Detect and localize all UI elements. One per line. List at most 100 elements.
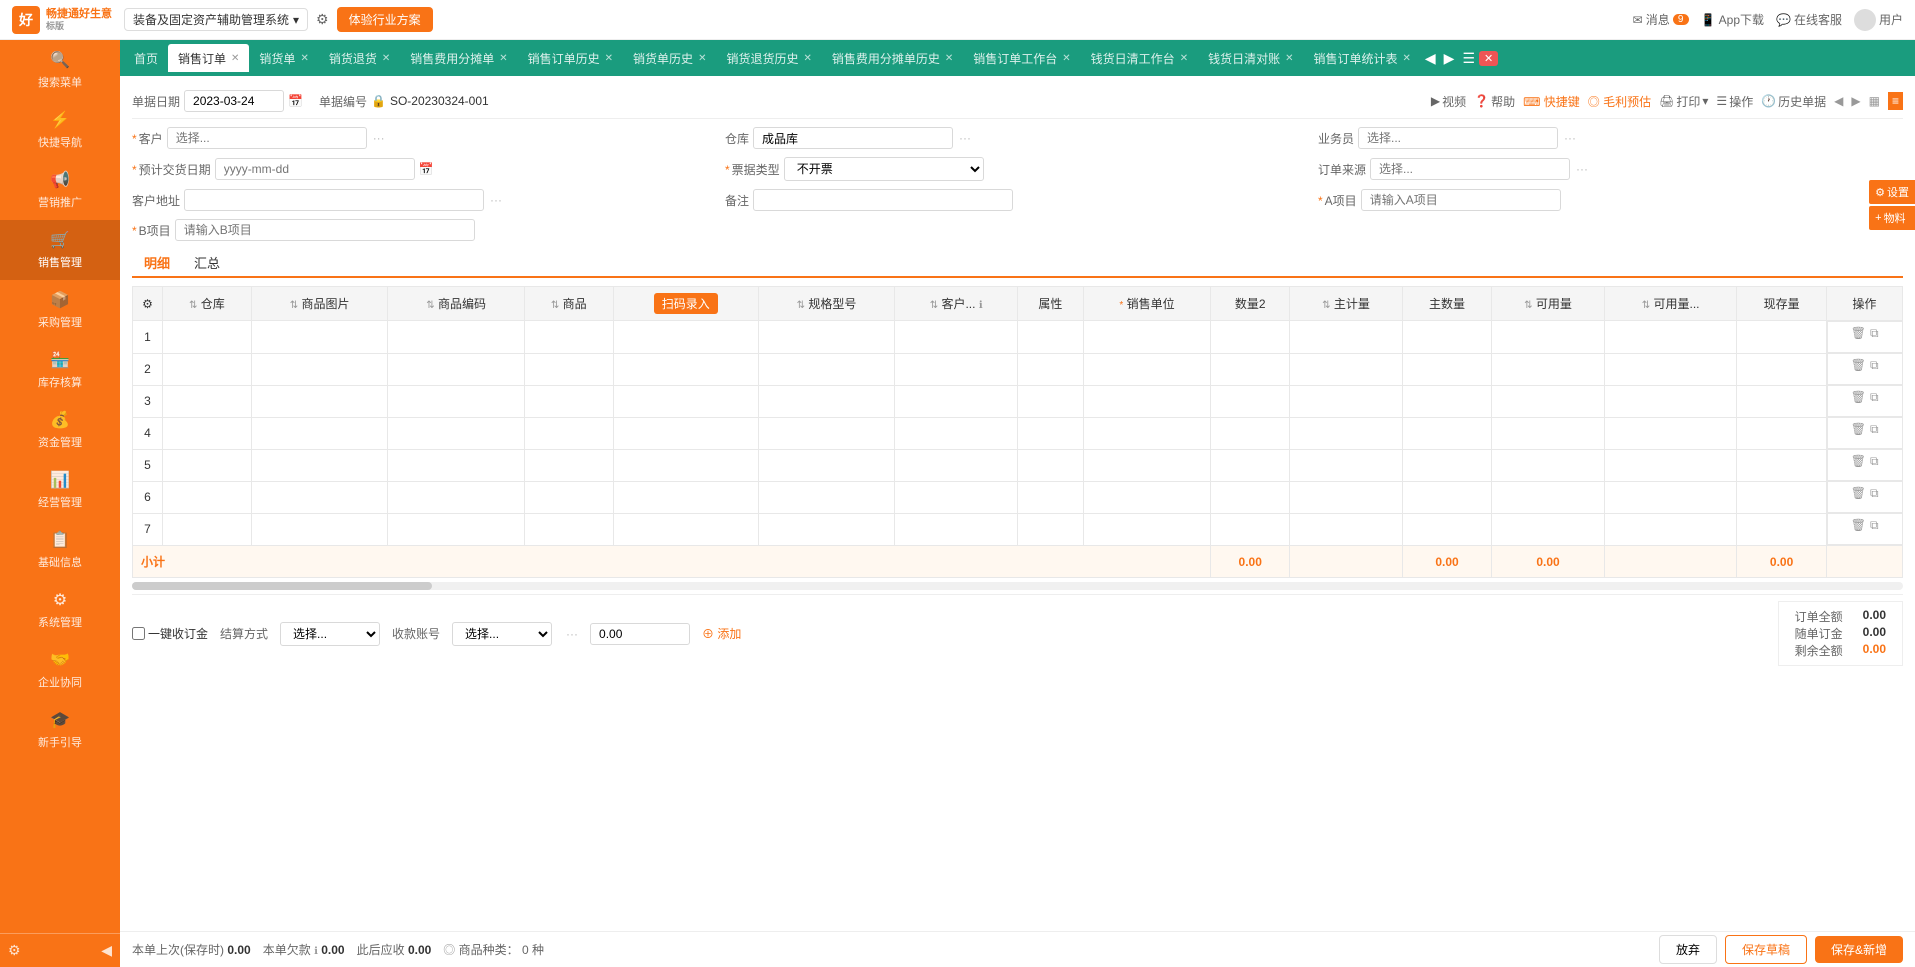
sort-icon8[interactable]: ⇅ (1524, 300, 1532, 311)
row-stock[interactable] (1737, 481, 1826, 513)
row-warehouse[interactable] (163, 353, 252, 385)
delete-icon[interactable]: 🗑 (1851, 358, 1866, 380)
row-product[interactable] (524, 321, 613, 354)
row-available[interactable] (1492, 481, 1605, 513)
row-stock[interactable] (1737, 385, 1826, 417)
tab-close-icon[interactable]: ✕ (499, 53, 507, 64)
row-unit[interactable] (1083, 385, 1211, 417)
list-view-icon[interactable]: ≡ (1888, 92, 1903, 110)
salesperson-dots-icon[interactable]: ··· (1564, 131, 1576, 145)
tab-expense[interactable]: 销售费用分摊单 ✕ (400, 44, 517, 72)
tab-return-goods[interactable]: 销货退货 ✕ (319, 44, 400, 72)
order-source-dots-icon[interactable]: ··· (1576, 162, 1588, 176)
tab-sales-order[interactable]: 销售订单 ✕ (168, 44, 249, 72)
tab-close-icon[interactable]: ✕ (945, 53, 953, 64)
row-attr[interactable] (1018, 481, 1084, 513)
copy-icon[interactable]: ⧉ (1870, 422, 1879, 444)
row-attr[interactable] (1018, 449, 1084, 481)
online-service-btn[interactable]: 💬 在线客服 (1776, 11, 1842, 28)
tab-daily-clear[interactable]: 钱货日清工作台 ✕ (1081, 44, 1198, 72)
one-click-order-checkbox[interactable]: 一键收订金 (132, 625, 208, 642)
sort-icon2[interactable]: ⇅ (290, 300, 298, 311)
grid-view-icon[interactable]: ▦ (1869, 94, 1880, 108)
tab-close-icon[interactable]: ✕ (300, 53, 308, 64)
copy-icon[interactable]: ⧉ (1870, 326, 1879, 348)
th-settings[interactable]: ⚙ (133, 287, 163, 321)
row-available[interactable] (1492, 449, 1605, 481)
row-available2[interactable] (1604, 449, 1737, 481)
row-spec[interactable] (758, 513, 895, 546)
address-dots-icon[interactable]: ··· (490, 193, 502, 207)
row-main-qty[interactable] (1402, 513, 1491, 546)
receipt-dots-icon[interactable]: ··· (566, 627, 578, 641)
row-code[interactable] (388, 321, 525, 354)
row-stock[interactable] (1737, 353, 1826, 385)
row-main-unit[interactable] (1290, 449, 1403, 481)
row-main-unit[interactable] (1290, 513, 1403, 546)
row-available[interactable] (1492, 417, 1605, 449)
row-main-qty[interactable] (1402, 449, 1491, 481)
tab-order-history[interactable]: 销售订单历史 ✕ (518, 44, 623, 72)
row-warehouse[interactable] (163, 513, 252, 546)
row-customer-code[interactable] (895, 353, 1018, 385)
warehouse-input[interactable] (753, 127, 953, 149)
shortcut-btn[interactable]: ⌨ 快捷键 (1523, 93, 1580, 110)
row-product[interactable] (524, 513, 613, 546)
row-image[interactable] (251, 321, 388, 354)
row-spec[interactable] (758, 449, 895, 481)
row-unit[interactable] (1083, 481, 1211, 513)
row-image[interactable] (251, 353, 388, 385)
tab-close-icon[interactable]: ✕ (1403, 53, 1411, 64)
row-code[interactable] (388, 449, 525, 481)
sidebar-item-quick-nav[interactable]: ⚡ 快捷导航 (0, 100, 120, 160)
save-new-button[interactable]: 保存&新增 (1815, 936, 1903, 963)
delivery-date-input[interactable] (215, 158, 415, 180)
calendar-icon[interactable]: 📅 (288, 94, 303, 108)
save-draft-button[interactable]: 保存草稿 (1725, 935, 1807, 964)
tab-expense-history[interactable]: 销售费用分摊单历史 ✕ (822, 44, 963, 72)
row-warehouse[interactable] (163, 481, 252, 513)
customer-input[interactable] (167, 127, 367, 149)
row-qty2[interactable] (1211, 513, 1290, 546)
sidebar-collapse-btn[interactable]: ◀ (101, 942, 112, 959)
sort-icon[interactable]: ⇅ (189, 300, 197, 311)
row-product[interactable] (524, 353, 613, 385)
nav-prev-btn[interactable]: ◀ (1834, 94, 1843, 108)
row-customer-code[interactable] (895, 417, 1018, 449)
row-main-unit[interactable] (1290, 353, 1403, 385)
one-click-checkbox-input[interactable] (132, 627, 145, 640)
row-customer-code[interactable] (895, 481, 1018, 513)
row-main-qty[interactable] (1402, 481, 1491, 513)
notes-input[interactable] (753, 189, 1013, 211)
sort-icon5[interactable]: ⇅ (797, 300, 805, 311)
row-spec[interactable] (758, 385, 895, 417)
row-code[interactable] (388, 481, 525, 513)
row-image[interactable] (251, 417, 388, 449)
row-unit[interactable] (1083, 417, 1211, 449)
print-btn[interactable]: 🖨 打印 ▾ (1659, 93, 1708, 110)
row-code[interactable] (388, 417, 525, 449)
receipt-account-select[interactable]: 选择... (452, 622, 552, 646)
sort-icon7[interactable]: ⇅ (1322, 300, 1330, 311)
date-input[interactable] (184, 90, 284, 112)
row-scan[interactable] (613, 385, 758, 417)
tab-close-icon[interactable]: ✕ (1180, 53, 1188, 64)
sidebar-item-inventory[interactable]: 🏪 库存核算 (0, 340, 120, 400)
payment-method-select[interactable]: 选择... (280, 622, 380, 646)
row-warehouse[interactable] (163, 385, 252, 417)
order-source-input[interactable] (1370, 158, 1570, 180)
copy-icon[interactable]: ⧉ (1870, 486, 1879, 508)
row-available2[interactable] (1604, 353, 1737, 385)
app-selector[interactable]: 装备及固定资产辅助管理系统 ▾ (124, 8, 308, 31)
tab-close-icon[interactable]: ✕ (698, 53, 706, 64)
sidebar-item-sales[interactable]: 🛒 销售管理 (0, 220, 120, 280)
row-attr[interactable] (1018, 385, 1084, 417)
row-qty2[interactable] (1211, 481, 1290, 513)
sidebar-item-base-info[interactable]: 📋 基础信息 (0, 520, 120, 580)
copy-icon[interactable]: ⧉ (1870, 390, 1879, 412)
copy-icon[interactable]: ⧉ (1870, 358, 1879, 380)
operations-btn[interactable]: ☰ 操作 (1716, 93, 1753, 110)
row-product[interactable] (524, 449, 613, 481)
row-scan[interactable] (613, 449, 758, 481)
row-available[interactable] (1492, 513, 1605, 546)
